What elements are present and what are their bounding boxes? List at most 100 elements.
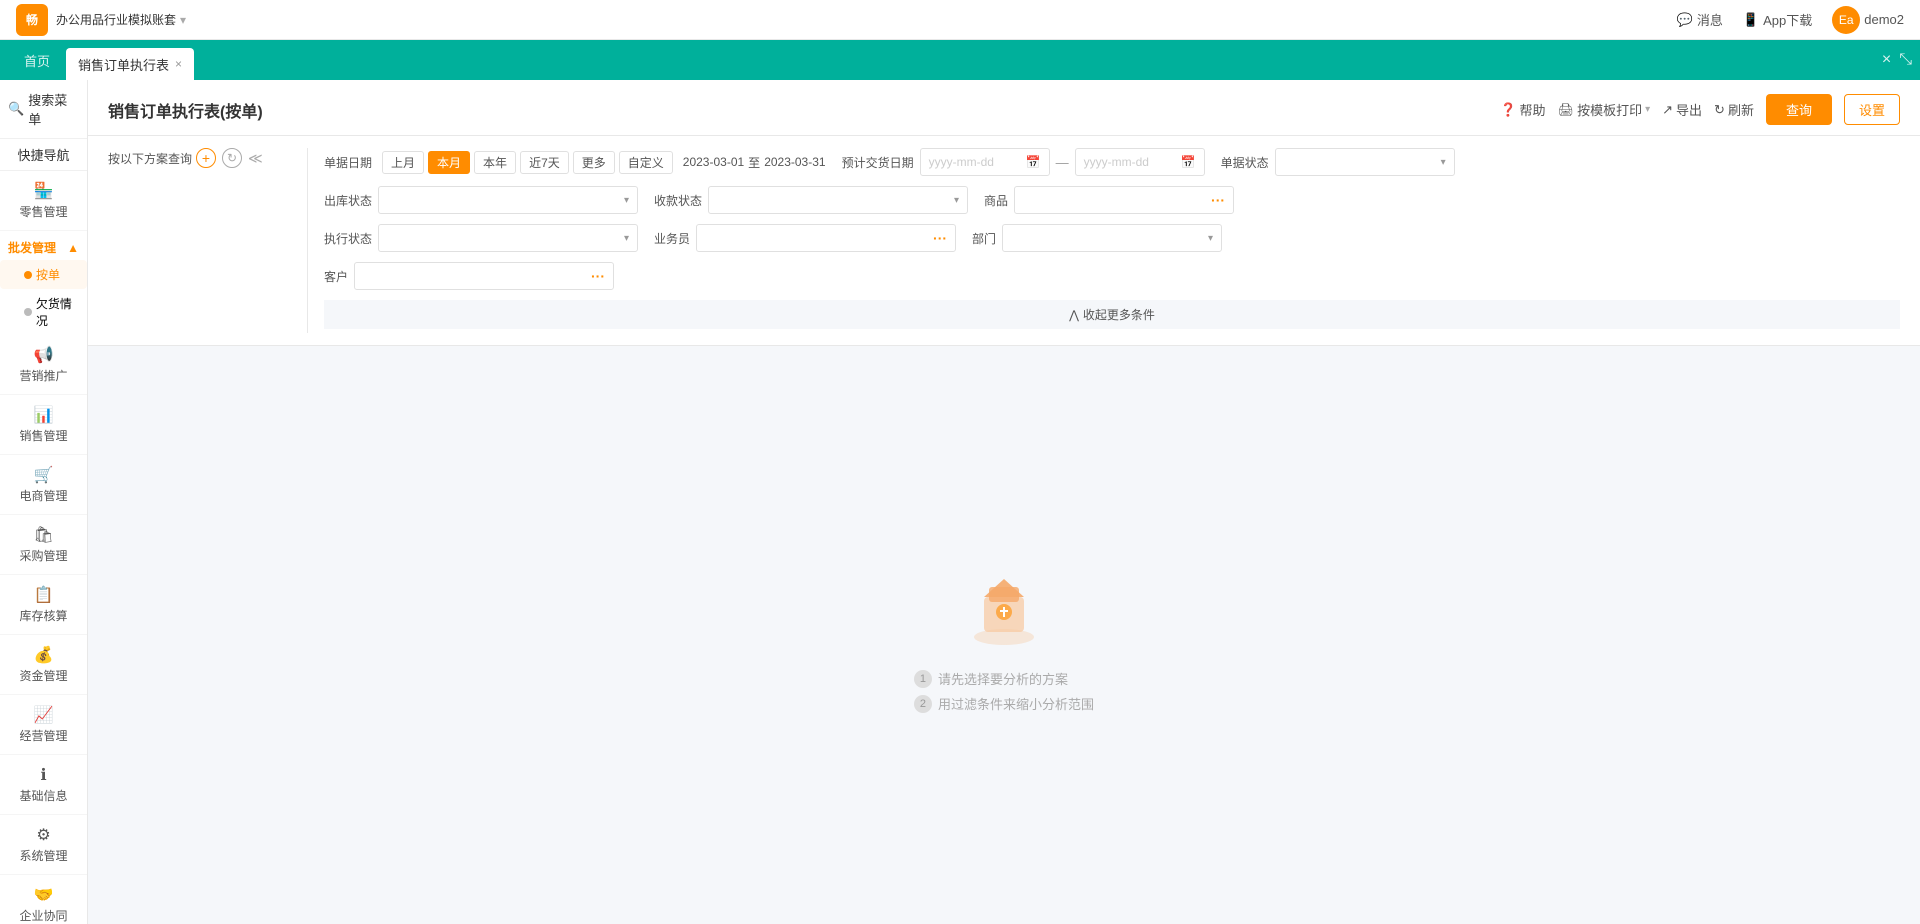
goods-picker-btn[interactable]: ···	[1211, 192, 1225, 208]
sidebar-item-inventory[interactable]: 📋 库存核算	[0, 575, 87, 635]
salesman-label: 业务员	[654, 230, 690, 247]
tab-bar-right: × ⤡	[1882, 51, 1912, 69]
exec-status-select[interactable]: ▾	[378, 224, 638, 252]
operations-icon: 📈	[34, 705, 54, 725]
top-bar-title: 办公用品行业模拟账套 ▾	[56, 11, 186, 28]
expected-date-start[interactable]: yyyy-mm-dd 📅	[920, 148, 1050, 176]
basic-icon: ℹ	[40, 765, 46, 785]
customer-picker-btn[interactable]: ···	[591, 268, 605, 284]
collapse-scheme-btn[interactable]: ≪	[248, 150, 263, 167]
date-btn-this-year[interactable]: 本年	[474, 151, 516, 174]
calendar-icon-2: 📅	[1181, 155, 1196, 169]
dept-select[interactable]: ▾	[1002, 224, 1222, 252]
marketing-icon: 📢	[34, 345, 54, 365]
print-dropdown-icon: ▾	[1645, 104, 1650, 115]
export-btn[interactable]: ↗ 导出	[1662, 100, 1702, 119]
page-actions: ❓ 帮助 🖨 按模板打印 ▾ ↗ 导出 ↻ 刷新 查询 设置	[1500, 94, 1900, 125]
collapse-more-btn[interactable]: ⋀ 收起更多条件	[324, 300, 1900, 329]
top-bar-left: 畅 办公用品行业模拟账套 ▾	[16, 4, 186, 36]
collect-status-select[interactable]: ▾	[708, 186, 968, 214]
expected-date-end[interactable]: yyyy-mm-dd 📅	[1075, 148, 1205, 176]
print-btn[interactable]: 🖨 按模板打印 ▾	[1558, 100, 1651, 119]
purchase-icon: 🛍	[33, 525, 53, 545]
hint-num-1: 1	[914, 670, 932, 688]
filter-left-icons: + ↻ ≪	[196, 148, 263, 168]
top-bar: 畅 办公用品行业模拟账套 ▾ 💬 消息 📱 App下载 Ea demo2	[0, 0, 1920, 40]
date-btn-more[interactable]: 更多	[573, 151, 615, 174]
sidebar-item-sales[interactable]: 📊 销售管理	[0, 395, 87, 455]
filter-row-1: 单据日期 上月 本月 本年 近7天 更多 自定义 2023-03-01 至	[324, 148, 1900, 176]
window-expand-btn[interactable]: ⤡	[1899, 51, 1912, 69]
sidebar-search[interactable]: 🔍 搜索菜单	[0, 80, 87, 139]
set-button[interactable]: 设置	[1844, 94, 1900, 125]
message-icon: 💬	[1677, 12, 1693, 28]
window-close-btn[interactable]: ×	[1882, 51, 1891, 69]
finance-icon: 💰	[34, 645, 54, 665]
sidebar-item-finance[interactable]: 💰 资金管理	[0, 635, 87, 695]
filter-expected-date: 预计交货日期 yyyy-mm-dd 📅 — yyyy-mm-dd 📅	[842, 148, 1205, 176]
content-area: 销售订单执行表(按单) ❓ 帮助 🖨 按模板打印 ▾ ↗ 导出 ↻	[88, 80, 1920, 924]
main-layout: 🔍 搜索菜单 快捷导航 🏪 零售管理 批发管理 ▲ 按单 欠货情况 📢 营销推广	[0, 80, 1920, 924]
exec-status-label: 执行状态	[324, 230, 372, 247]
filter-row-3: 执行状态 ▾ 业务员 ··· 部门	[324, 224, 1900, 252]
sidebar-item-basic[interactable]: ℹ 基础信息	[0, 755, 87, 815]
status-select-arrow: ▾	[1441, 157, 1446, 168]
filter-out-status: 出库状态 ▾	[324, 186, 638, 214]
filter-status: 单据状态 ▾	[1221, 148, 1455, 176]
sidebar-item-wholesale[interactable]: 批发管理 ▲	[0, 231, 87, 260]
tab-active[interactable]: 销售订单执行表 ×	[66, 48, 194, 80]
sidebar-item-ecommerce[interactable]: 🛒 电商管理	[0, 455, 87, 515]
sidebar-quick-nav[interactable]: 快捷导航	[0, 139, 87, 171]
goods-label: 商品	[984, 192, 1008, 209]
customer-input[interactable]: ···	[354, 262, 614, 290]
tab-close-btn[interactable]: ×	[175, 57, 182, 71]
refresh-scheme-btn[interactable]: ↻	[222, 148, 242, 168]
message-btn[interactable]: 💬 消息	[1677, 10, 1723, 29]
goods-input[interactable]: ···	[1014, 186, 1234, 214]
filter-panel: 按以下方案查询 + ↻ ≪ 单据日期 上月 本月	[88, 136, 1920, 346]
query-button[interactable]: 查询	[1766, 94, 1832, 125]
salesman-input[interactable]: ···	[696, 224, 956, 252]
sidebar-item-purchase[interactable]: 🛍 采购管理	[0, 515, 87, 575]
date-btn-last-7[interactable]: 近7天	[520, 151, 569, 174]
filter-salesman: 业务员 ···	[654, 224, 956, 252]
salesman-picker-btn[interactable]: ···	[933, 230, 947, 246]
empty-hints: 1 请先选择要分析的方案 2 用过滤条件来缩小分析范围	[914, 669, 1094, 713]
sidebar-item-system[interactable]: ⚙ 系统管理	[0, 815, 87, 875]
date-btn-last-month[interactable]: 上月	[382, 151, 424, 174]
sidebar-item-marketing[interactable]: 📢 营销推广	[0, 335, 87, 395]
empty-hint-1: 1 请先选择要分析的方案	[914, 669, 1094, 688]
date-btn-this-month[interactable]: 本月	[428, 151, 470, 174]
active-dot-icon	[24, 271, 32, 279]
help-icon: ❓	[1500, 102, 1516, 118]
filter-row-2: 出库状态 ▾ 收款状态 ▾ 商品	[324, 186, 1900, 214]
customer-label: 客户	[324, 268, 348, 285]
filter-customer: 客户 ···	[324, 262, 614, 290]
sidebar-sub-item-order[interactable]: 按单	[0, 260, 87, 289]
ecommerce-icon: 🛒	[34, 465, 54, 485]
avatar: Ea	[1832, 6, 1860, 34]
inactive-dot-icon	[24, 308, 32, 316]
sidebar-item-retail[interactable]: 🏪 零售管理	[0, 171, 87, 231]
hint-num-2: 2	[914, 695, 932, 713]
refresh-btn[interactable]: ↻ 刷新	[1714, 100, 1754, 119]
out-status-label: 出库状态	[324, 192, 372, 209]
sidebar-sub-item-shortage[interactable]: 欠货情况	[0, 289, 87, 335]
sales-icon: 📊	[34, 405, 54, 425]
dropdown-icon[interactable]: ▾	[180, 13, 186, 27]
filter-right-panel: 单据日期 上月 本月 本年 近7天 更多 自定义 2023-03-01 至	[308, 148, 1900, 333]
out-status-select[interactable]: ▾	[378, 186, 638, 214]
sidebar-item-operations[interactable]: 📈 经营管理	[0, 695, 87, 755]
inventory-icon: 📋	[34, 585, 54, 605]
status-select[interactable]: ▾	[1275, 148, 1455, 176]
help-btn[interactable]: ❓ 帮助	[1500, 100, 1545, 119]
tab-home[interactable]: 首页	[8, 40, 66, 80]
user-profile[interactable]: Ea demo2	[1832, 6, 1904, 34]
date-quick-btns: 上月 本月 本年 近7天 更多 自定义	[382, 151, 673, 174]
app-download-btn[interactable]: 📱 App下载	[1743, 10, 1812, 29]
add-scheme-btn[interactable]: +	[196, 148, 216, 168]
date-btn-custom[interactable]: 自定义	[619, 151, 673, 174]
collect-status-label: 收款状态	[654, 192, 702, 209]
sidebar-item-collab[interactable]: 🤝 企业协同	[0, 875, 87, 924]
refresh-icon: ↻	[1714, 102, 1725, 118]
